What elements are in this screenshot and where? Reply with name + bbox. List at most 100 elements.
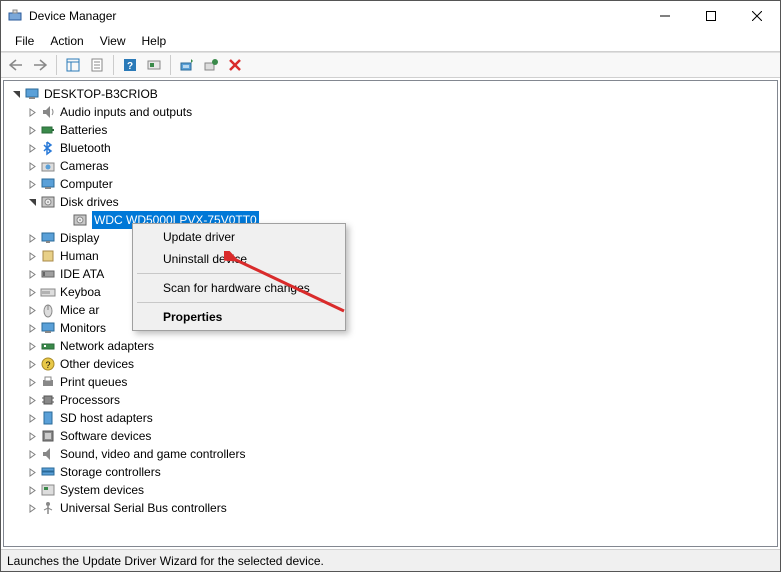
tree-label: Bluetooth <box>60 139 111 157</box>
window-title: Device Manager <box>29 9 116 23</box>
context-menu-separator <box>137 302 341 303</box>
forward-button[interactable] <box>29 54 51 76</box>
context-menu: Update driverUninstall device Scan for ha… <box>132 223 346 331</box>
status-text: Launches the Update Driver Wizard for th… <box>7 554 324 568</box>
context-menu-item[interactable]: Scan for hardware changes <box>135 277 343 299</box>
tree-label: Network adapters <box>60 337 154 355</box>
expand-icon[interactable] <box>26 322 38 334</box>
update-driver-button[interactable] <box>176 54 198 76</box>
tree-category[interactable]: Computer <box>8 175 777 193</box>
tree-label: DESKTOP-B3CRIOB <box>44 85 158 103</box>
expand-icon[interactable] <box>26 250 38 262</box>
context-menu-separator <box>137 273 341 274</box>
computer-icon <box>24 86 40 102</box>
menu-view[interactable]: View <box>92 32 134 50</box>
expand-icon[interactable] <box>26 484 38 496</box>
expand-icon[interactable] <box>26 394 38 406</box>
tree-category[interactable]: Disk drives <box>8 193 777 211</box>
tree-category[interactable]: Display <box>8 229 777 247</box>
disable-device-button[interactable] <box>224 54 246 76</box>
tree-category[interactable]: Monitors <box>8 319 777 337</box>
device-tree-pane[interactable]: DESKTOP-B3CRIOBAudio inputs and outputsB… <box>3 80 778 547</box>
tree-category[interactable]: IDE ATA <box>8 265 777 283</box>
expand-icon[interactable] <box>26 412 38 424</box>
menubar: File Action View Help <box>1 31 780 51</box>
tree-category[interactable]: Audio inputs and outputs <box>8 103 777 121</box>
tree-label: Cameras <box>60 157 109 175</box>
expand-icon[interactable] <box>26 142 38 154</box>
tree-category[interactable]: Sound, video and game controllers <box>8 445 777 463</box>
expand-icon[interactable] <box>26 268 38 280</box>
expand-icon[interactable] <box>26 124 38 136</box>
display-icon <box>40 230 56 246</box>
tree-label: Monitors <box>60 319 106 337</box>
tree-category[interactable]: Processors <box>8 391 777 409</box>
tree-category[interactable]: Storage controllers <box>8 463 777 481</box>
context-menu-item[interactable]: Properties <box>135 306 343 328</box>
monitor-icon <box>40 320 56 336</box>
expand-icon[interactable] <box>26 358 38 370</box>
tree-category[interactable]: SD host adapters <box>8 409 777 427</box>
minimize-button[interactable] <box>642 1 688 31</box>
expand-icon[interactable] <box>26 304 38 316</box>
app-icon <box>7 8 23 24</box>
battery-icon <box>40 122 56 138</box>
expand-icon[interactable] <box>26 376 38 388</box>
expand-icon[interactable] <box>26 502 38 514</box>
tree-category[interactable]: Print queues <box>8 373 777 391</box>
context-menu-item[interactable]: Uninstall device <box>135 248 343 270</box>
tree-category[interactable]: Bluetooth <box>8 139 777 157</box>
tree-category[interactable]: Network adapters <box>8 337 777 355</box>
tree-category[interactable]: Mice ar <box>8 301 777 319</box>
tree-label: Display <box>60 229 99 247</box>
expand-icon[interactable] <box>26 448 38 460</box>
uninstall-device-button[interactable] <box>200 54 222 76</box>
tree-category[interactable]: System devices <box>8 481 777 499</box>
back-button[interactable] <box>5 54 27 76</box>
tree-root[interactable]: DESKTOP-B3CRIOB <box>8 85 777 103</box>
expand-icon[interactable] <box>26 286 38 298</box>
expand-icon[interactable] <box>26 106 38 118</box>
expand-icon[interactable] <box>26 196 38 208</box>
menu-file[interactable]: File <box>7 32 42 50</box>
tree-label: Processors <box>60 391 120 409</box>
properties-button[interactable] <box>86 54 108 76</box>
tree-category[interactable]: ?Other devices <box>8 355 777 373</box>
cpu-icon <box>40 392 56 408</box>
tree-category[interactable]: Batteries <box>8 121 777 139</box>
tree-label: Mice ar <box>60 301 99 319</box>
status-bar: Launches the Update Driver Wizard for th… <box>1 549 780 571</box>
expand-icon[interactable] <box>26 340 38 352</box>
expand-icon[interactable] <box>26 232 38 244</box>
expand-icon[interactable] <box>26 160 38 172</box>
tree-category[interactable]: Keyboa <box>8 283 777 301</box>
scan-hardware-button[interactable] <box>143 54 165 76</box>
tree-category[interactable]: Universal Serial Bus controllers <box>8 499 777 517</box>
menu-action[interactable]: Action <box>42 32 91 50</box>
tree-label: Computer <box>60 175 113 193</box>
hid-icon <box>40 248 56 264</box>
svg-text:?: ? <box>127 61 133 72</box>
expand-icon[interactable] <box>26 430 38 442</box>
tree-label: Audio inputs and outputs <box>60 103 192 121</box>
expand-icon[interactable] <box>26 466 38 478</box>
disk-icon <box>40 194 56 210</box>
maximize-button[interactable] <box>688 1 734 31</box>
close-button[interactable] <box>734 1 780 31</box>
tree-item-selected[interactable]: WDC WD5000LPVX-75V0TT0 <box>8 211 777 229</box>
context-menu-item[interactable]: Update driver <box>135 226 343 248</box>
expand-icon[interactable] <box>26 178 38 190</box>
tree-category[interactable]: Human <box>8 247 777 265</box>
menu-help[interactable]: Help <box>134 32 175 50</box>
tree-category[interactable]: Software devices <box>8 427 777 445</box>
expand-icon[interactable] <box>10 88 22 100</box>
window-controls <box>642 1 780 31</box>
help-button[interactable]: ? <box>119 54 141 76</box>
tree-label: Software devices <box>60 427 151 445</box>
show-hide-console-button[interactable] <box>62 54 84 76</box>
tree-category[interactable]: Cameras <box>8 157 777 175</box>
bluetooth-icon <box>40 140 56 156</box>
mouse-icon <box>40 302 56 318</box>
tree-label: System devices <box>60 481 144 499</box>
storage-icon <box>40 464 56 480</box>
